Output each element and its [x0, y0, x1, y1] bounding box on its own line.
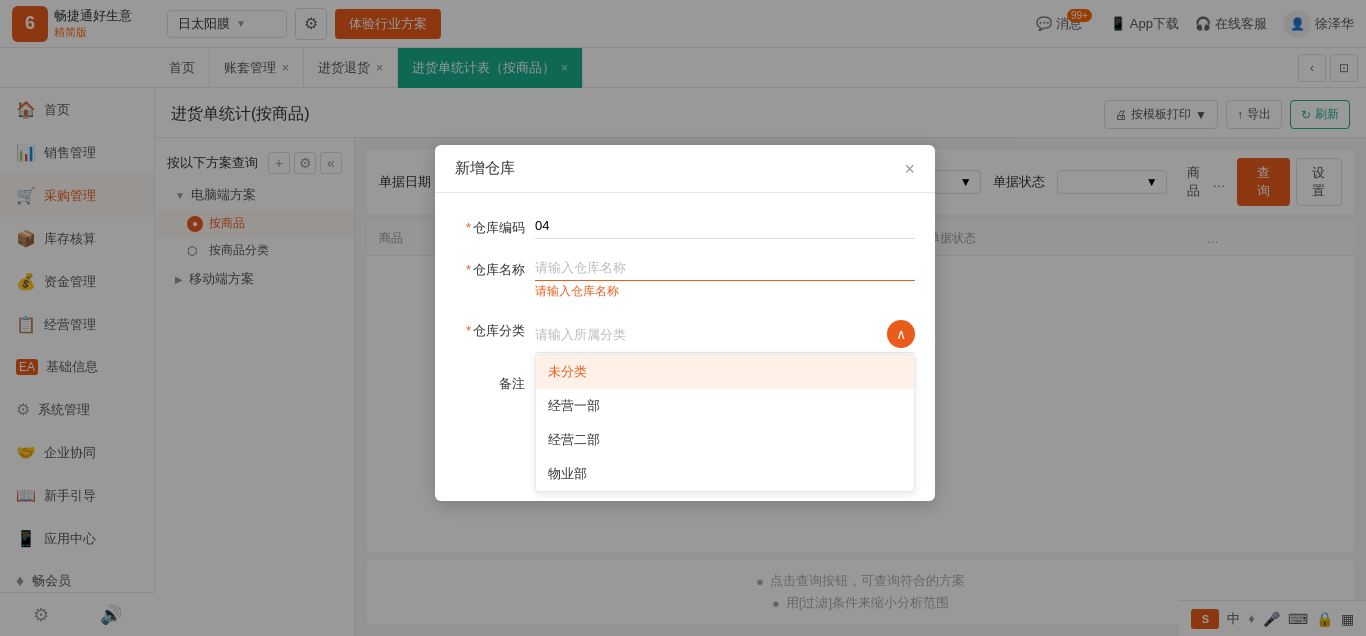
code-label: 仓库编码 [455, 213, 535, 237]
dropdown-item-dept1[interactable]: 经营一部 [536, 389, 914, 423]
classify-input[interactable] [535, 327, 887, 342]
classify-label: 仓库分类 [455, 316, 535, 340]
code-wrap [535, 213, 915, 239]
note-label: 备注 [455, 369, 535, 393]
name-error-msg: 请输入仓库名称 [535, 283, 915, 300]
modal-header: 新增仓库 × [435, 145, 935, 193]
name-wrap: 请输入仓库名称 [535, 255, 915, 300]
code-input[interactable] [535, 213, 915, 239]
new-warehouse-modal: 新增仓库 × 仓库编码 仓库名称 请输入仓库名称 仓库分类 [435, 145, 935, 501]
code-row: 仓库编码 [455, 213, 915, 239]
name-input[interactable] [535, 255, 915, 281]
name-row: 仓库名称 请输入仓库名称 [455, 255, 915, 300]
dropdown-item-unclassified[interactable]: 未分类 [536, 355, 914, 389]
modal-close-btn[interactable]: × [904, 160, 915, 178]
classify-input-wrap: ∧ [535, 316, 915, 353]
classify-row: 仓库分类 ∧ 未分类 经营一部 经营二部 物业部 [455, 316, 915, 353]
modal-body: 仓库编码 仓库名称 请输入仓库名称 仓库分类 ∧ [435, 193, 935, 441]
classify-wrap: ∧ 未分类 经营一部 经营二部 物业部 [535, 316, 915, 353]
classify-toggle-btn[interactable]: ∧ [887, 320, 915, 348]
dropdown-item-dept2[interactable]: 经营二部 [536, 423, 914, 457]
modal-overlay: 新增仓库 × 仓库编码 仓库名称 请输入仓库名称 仓库分类 [0, 0, 1366, 636]
name-label: 仓库名称 [455, 255, 535, 279]
classify-dropdown: 未分类 经营一部 经营二部 物业部 [535, 354, 915, 492]
modal-title: 新增仓库 [455, 159, 515, 178]
dropdown-item-dept3[interactable]: 物业部 [536, 457, 914, 491]
